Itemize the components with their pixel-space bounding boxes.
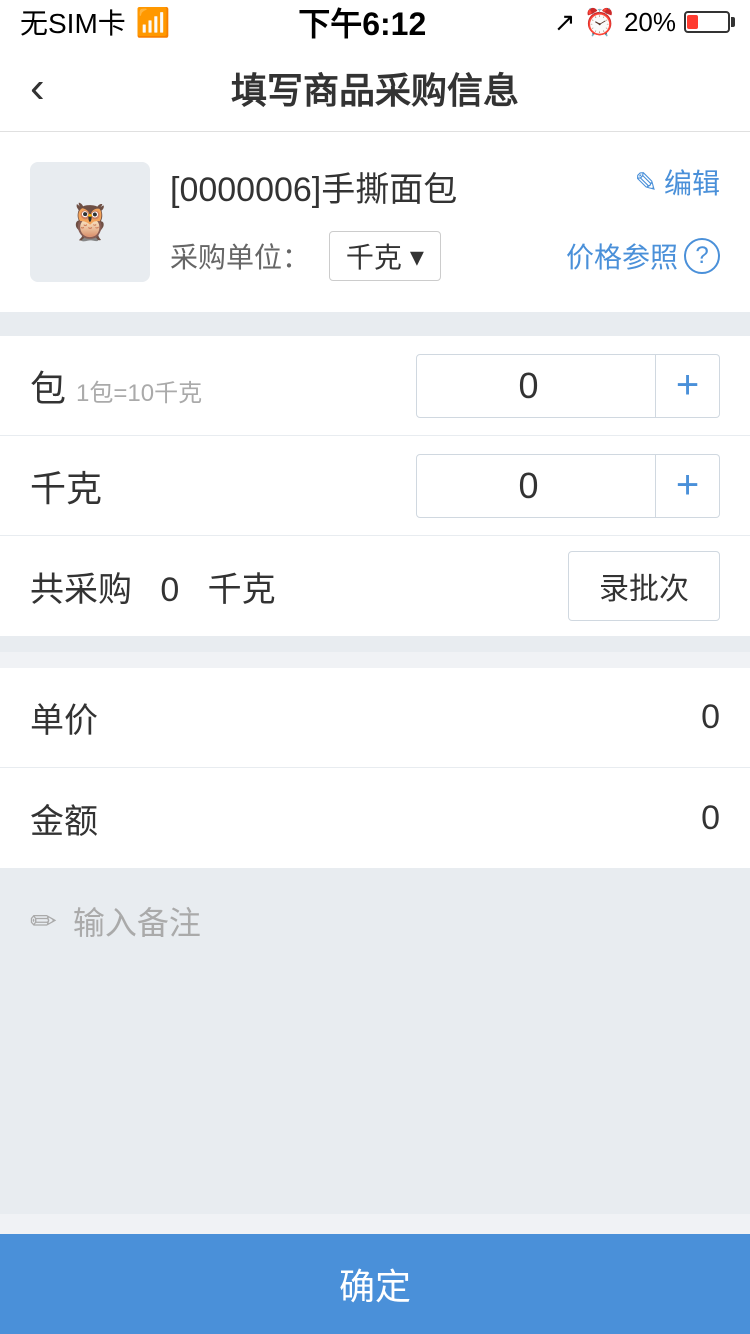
kg-label-group: 千克 [30,460,230,512]
summary-text: 共采购 0 千克 [30,562,276,611]
bags-plus-button[interactable]: + [656,354,720,418]
bags-input[interactable] [416,354,656,418]
unit-price-label: 单价 [30,693,98,742]
help-icon: ? [684,238,720,274]
edit-label: 编辑 [664,162,720,202]
battery-icon [684,11,730,33]
kg-input[interactable] [416,454,656,518]
status-time: 下午6:12 [298,0,426,45]
location-icon: ↗ [554,7,576,38]
alarm-icon: ⏰ [584,7,616,38]
nav-bar: ‹ 填写商品采购信息 [0,44,750,132]
product-card: 🦉 [0000006]手撕面包 ✎ 编辑 采购单位： 千克 ▾ 价格参照 ? [0,132,750,320]
confirm-button-label: 确定 [339,1258,411,1310]
amount-row: 金额 0 [0,768,750,868]
unit-value: 千克 [346,236,402,276]
bags-sub-label: 1包=10千克 [76,373,202,408]
price-ref-label: 价格参照 [566,236,678,276]
amount-value: 0 [701,799,720,838]
quantity-section: 包 1包=10千克 + 千克 + [0,336,750,536]
back-button[interactable]: ‹ [30,63,45,113]
price-section: 单价 0 金额 0 [0,668,750,868]
carrier-text: 无SIM卡 [20,2,126,42]
summary-unit: 千克 [208,571,276,609]
unit-selector-group: 采购单位： 千克 ▾ [170,231,441,281]
summary-prefix: 共采购 [30,571,132,609]
battery-fill [687,15,698,29]
price-ref-button[interactable]: 价格参照 ? [566,236,720,276]
bags-label: 包 [30,360,66,412]
section-divider-1 [0,320,750,336]
chevron-down-icon: ▾ [410,240,424,273]
edit-button[interactable]: ✎ 编辑 [635,162,720,202]
section-divider-2 [0,636,750,652]
quantity-row-kg: 千克 + [0,436,750,536]
unit-price-value: 0 [701,698,720,737]
wifi-icon: 📶 [136,6,171,39]
kg-input-group: + [416,454,720,518]
status-left: 无SIM卡 📶 [20,2,171,42]
confirm-button[interactable]: 确定 [0,1234,750,1334]
amount-label: 金额 [30,794,98,843]
product-logo: 🦉 [68,201,113,243]
pencil-icon: ✏ [30,902,57,940]
product-header: [0000006]手撕面包 ✎ 编辑 [170,162,720,211]
unit-label: 采购单位： [170,242,310,273]
content-background [0,974,750,1214]
status-bar: 无SIM卡 📶 下午6:12 ↗ ⏰ 20% [0,0,750,44]
bags-label-group: 包 1包=10千克 [30,360,230,412]
unit-price-row: 单价 0 [0,668,750,768]
kg-plus-button[interactable]: + [656,454,720,518]
notes-placeholder: 输入备注 [73,898,201,944]
product-name: [0000006]手撕面包 [170,162,457,211]
summary-amount: 0 [160,571,179,609]
bags-input-group: + [416,354,720,418]
battery-text: 20% [624,7,676,38]
edit-icon: ✎ [635,166,658,199]
quantity-row-bags: 包 1包=10千克 + [0,336,750,436]
summary-row: 共采购 0 千克 录批次 [0,536,750,636]
notes-section[interactable]: ✏ 输入备注 [0,868,750,974]
batch-button[interactable]: 录批次 [568,551,720,621]
product-info: [0000006]手撕面包 ✎ 编辑 采购单位： 千克 ▾ 价格参照 ? [170,162,720,281]
product-thumbnail: 🦉 [30,162,150,282]
unit-select[interactable]: 千克 ▾ [329,231,441,281]
page-title: 填写商品采购信息 [231,62,519,114]
status-right: ↗ ⏰ 20% [554,7,730,38]
product-unit-row: 采购单位： 千克 ▾ 价格参照 ? [170,231,720,281]
kg-label: 千克 [30,460,102,512]
